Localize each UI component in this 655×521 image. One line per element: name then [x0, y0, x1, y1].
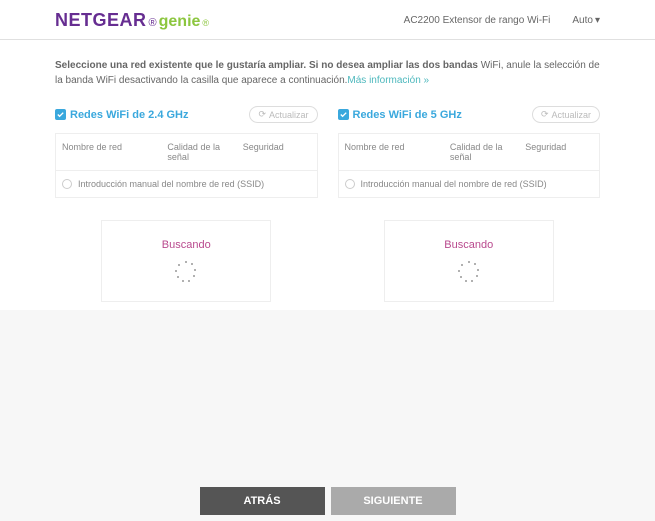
manual-ssid-row[interactable]: Introducción manual del nombre de red (S… — [338, 171, 601, 198]
manual-ssid-row[interactable]: Introducción manual del nombre de red (S… — [55, 171, 318, 198]
table-header: Nombre de red Calidad de la señal Seguri… — [55, 133, 318, 171]
panel-title-5ghz: Redes WiFi de 5 GHz — [353, 109, 462, 121]
panels: Redes WiFi de 2.4 GHz ⟳ Actualizar Nombr… — [55, 106, 600, 302]
auto-dropdown[interactable]: Auto ▾ — [572, 15, 600, 26]
gray-band — [0, 310, 655, 481]
panel-24ghz: Redes WiFi de 2.4 GHz ⟳ Actualizar Nombr… — [55, 106, 318, 302]
more-info-link[interactable]: Más información » — [347, 75, 429, 86]
next-button[interactable]: SIGUIENTE — [331, 487, 456, 515]
col-network: Nombre de red — [345, 142, 450, 162]
searching-label: Buscando — [162, 239, 211, 251]
refresh-icon: ⟳ — [541, 109, 549, 120]
header-right: AC2200 Extensor de rango Wi-Fi Auto ▾ — [404, 15, 600, 26]
checkbox-5ghz[interactable] — [338, 109, 349, 120]
logo: NETGEAR® genie® — [55, 10, 209, 31]
col-signal: Calidad de la señal — [167, 142, 242, 162]
panel-5ghz: Redes WiFi de 5 GHz ⟳ Actualizar Nombre … — [338, 106, 601, 302]
brand-main: NETGEAR — [55, 10, 147, 31]
content: Seleccione una red existente que le gust… — [0, 40, 655, 302]
product-label: AC2200 Extensor de rango Wi-Fi — [404, 15, 551, 26]
refresh-icon: ⟳ — [258, 109, 266, 120]
panel-title-24ghz: Redes WiFi de 2.4 GHz — [70, 109, 189, 121]
footer: ATRÁS SIGUIENTE — [0, 481, 655, 521]
header: NETGEAR® genie® AC2200 Extensor de rango… — [0, 0, 655, 40]
col-network: Nombre de red — [62, 142, 167, 162]
spinner-icon — [458, 261, 480, 283]
radio-icon — [62, 179, 72, 189]
chevron-down-icon: ▾ — [595, 15, 600, 26]
table-header: Nombre de red Calidad de la señal Seguri… — [338, 133, 601, 171]
col-signal: Calidad de la señal — [450, 142, 525, 162]
refresh-button-5ghz[interactable]: ⟳ Actualizar — [532, 106, 600, 123]
col-security: Seguridad — [243, 142, 311, 162]
spinner-icon — [175, 261, 197, 283]
checkbox-24ghz[interactable] — [55, 109, 66, 120]
col-security: Seguridad — [525, 142, 593, 162]
searching-card-5ghz: Buscando — [384, 220, 554, 302]
back-button[interactable]: ATRÁS — [200, 487, 325, 515]
radio-icon — [345, 179, 355, 189]
searching-label: Buscando — [444, 239, 493, 251]
refresh-button-24ghz[interactable]: ⟳ Actualizar — [249, 106, 317, 123]
searching-card-24ghz: Buscando — [101, 220, 271, 302]
intro-text: Seleccione una red existente que le gust… — [55, 58, 600, 88]
brand-sub: genie — [159, 13, 201, 31]
